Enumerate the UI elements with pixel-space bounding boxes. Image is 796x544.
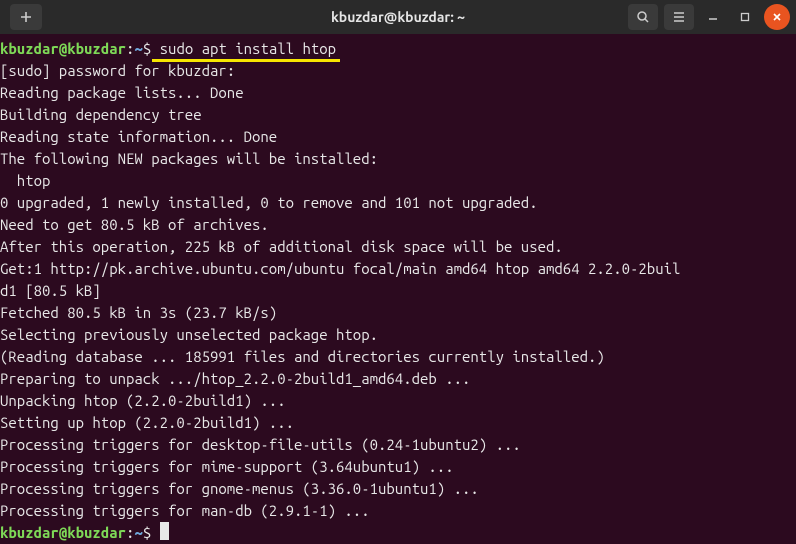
output-line: Preparing to unpack .../htop_2.2.0-2buil… bbox=[0, 368, 796, 390]
output-line: Processing triggers for gnome-menus (3.3… bbox=[0, 478, 796, 500]
plus-icon bbox=[19, 10, 33, 24]
prompt-host: kbuzdar bbox=[67, 524, 126, 541]
output-line: Processing triggers for mime-support (3.… bbox=[0, 456, 796, 478]
output-line: Processing triggers for man-db (2.9.1-1)… bbox=[0, 500, 796, 522]
window-titlebar: kbuzdar@kbuzdar: ~ bbox=[0, 0, 796, 34]
prompt-path: ~ bbox=[134, 40, 142, 57]
minimize-icon bbox=[707, 11, 719, 23]
output-line: The following NEW packages will be insta… bbox=[0, 148, 796, 170]
output-line: 0 upgraded, 1 newly installed, 0 to remo… bbox=[0, 192, 796, 214]
maximize-icon bbox=[739, 11, 751, 23]
maximize-button[interactable] bbox=[732, 4, 758, 30]
output-line: Get:1 http://pk.archive.ubuntu.com/ubunt… bbox=[0, 258, 796, 280]
window-title: kbuzdar@kbuzdar: ~ bbox=[205, 9, 591, 25]
prompt-dollar: $ bbox=[143, 40, 151, 57]
output-line: Fetched 80.5 kB in 3s (23.7 kB/s) bbox=[0, 302, 796, 324]
output-line: Reading state information... Done bbox=[0, 126, 796, 148]
prompt-path: ~ bbox=[134, 524, 142, 541]
output-line: Need to get 80.5 kB of archives. bbox=[0, 214, 796, 236]
close-icon bbox=[771, 11, 783, 23]
terminal-output[interactable]: kbuzdar@kbuzdar:~$ sudo apt install htop… bbox=[0, 34, 796, 544]
hamburger-icon bbox=[672, 10, 686, 24]
output-line: [sudo] password for kbuzdar: bbox=[0, 60, 796, 82]
output-line: After this operation, 225 kB of addition… bbox=[0, 236, 796, 258]
output-line: Unpacking htop (2.2.0-2build1) ... bbox=[0, 390, 796, 412]
search-icon bbox=[636, 10, 650, 24]
minimize-button[interactable] bbox=[700, 4, 726, 30]
titlebar-right bbox=[597, 4, 790, 30]
output-line: htop bbox=[0, 170, 796, 192]
command-text: sudo apt install htop bbox=[160, 38, 336, 60]
prompt-user: kbuzdar bbox=[0, 524, 59, 541]
output-line: Building dependency tree bbox=[0, 104, 796, 126]
search-button[interactable] bbox=[628, 4, 658, 30]
output-line: d1 [80.5 kB] bbox=[0, 280, 796, 302]
output-line: Processing triggers for desktop-file-uti… bbox=[0, 434, 796, 456]
prompt-host: kbuzdar bbox=[67, 40, 126, 57]
new-tab-button[interactable] bbox=[10, 4, 42, 30]
prompt-at: @ bbox=[59, 40, 67, 57]
output-line: Reading package lists... Done bbox=[0, 82, 796, 104]
close-button[interactable] bbox=[764, 4, 790, 30]
prompt-user: kbuzdar bbox=[0, 40, 59, 57]
output-line: Setting up htop (2.2.0-2build1) ... bbox=[0, 412, 796, 434]
menu-button[interactable] bbox=[664, 4, 694, 30]
prompt-dollar: $ bbox=[143, 524, 151, 541]
cursor bbox=[160, 522, 169, 540]
titlebar-left bbox=[6, 4, 199, 30]
output-line: (Reading database ... 185991 files and d… bbox=[0, 346, 796, 368]
prompt-at: @ bbox=[59, 524, 67, 541]
output-line: Selecting previously unselected package … bbox=[0, 324, 796, 346]
